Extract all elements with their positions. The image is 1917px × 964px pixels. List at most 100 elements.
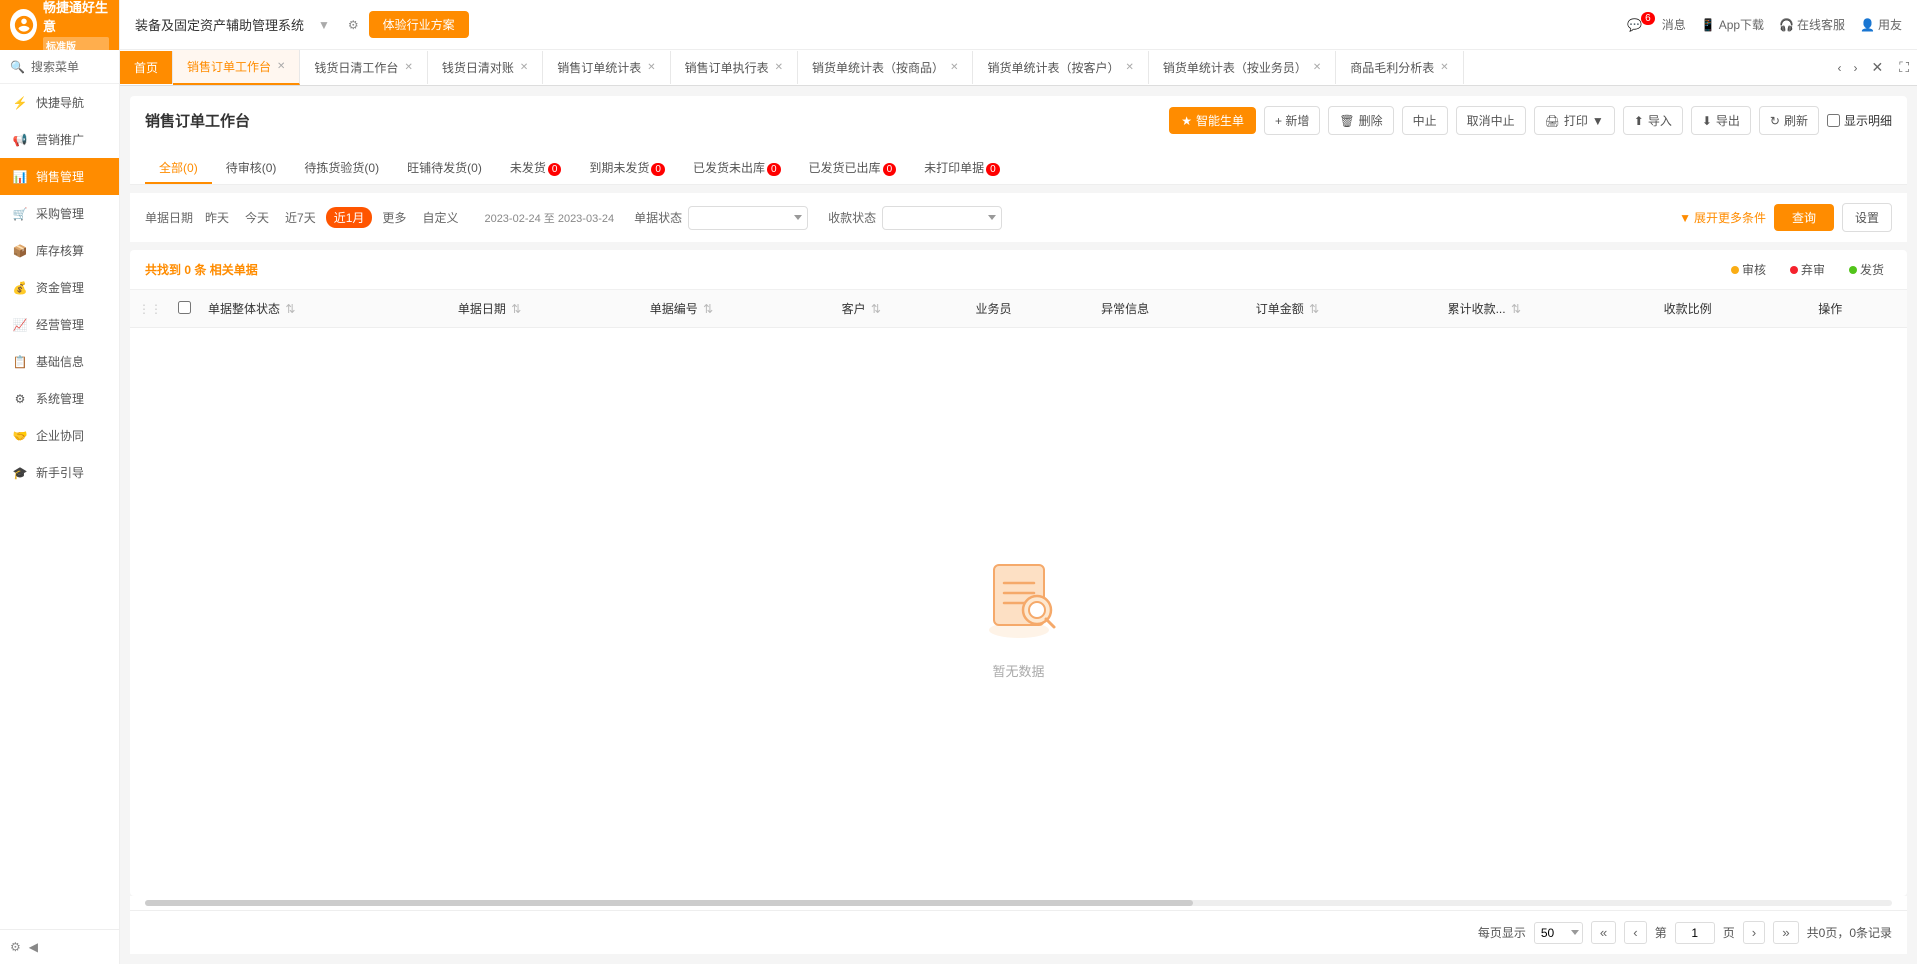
sidebar-item-newbie[interactable]: 🎓 新手引导 [0, 454, 119, 491]
sidebar-settings-btn[interactable]: ⚙ [10, 940, 21, 954]
tab-cash-reconcile[interactable]: 钱货日清对账 ✕ [428, 51, 543, 84]
tab-sales-order[interactable]: 销售订单工作台 ✕ [173, 50, 300, 85]
topbar-gear-icon[interactable]: ⚙ [348, 18, 359, 32]
tab-gross-profit[interactable]: 商品毛利分析表 ✕ [1336, 51, 1463, 84]
tab-cashier-daily[interactable]: 钱货日清工作台 ✕ [300, 51, 427, 84]
date-btn-today[interactable]: 今天 [239, 207, 275, 228]
sidebar-item-marketing[interactable]: 📢 营销推广 [0, 121, 119, 158]
sidebar-item-basic-info[interactable]: 📋 基础信息 [0, 343, 119, 380]
message-label: 消息 [1662, 16, 1686, 33]
sidebar-item-quick-nav[interactable]: ⚡ 快捷导航 [0, 84, 119, 121]
sidebar-item-search[interactable]: 🔍 搜索菜单 [0, 50, 119, 84]
first-page-btn[interactable]: « [1591, 921, 1616, 944]
scrollbar-thumb[interactable] [145, 900, 1193, 906]
date-btn-more[interactable]: 更多 [376, 207, 412, 228]
import-btn[interactable]: ⬆ 导入 [1623, 106, 1683, 135]
tab-gross-profit-close[interactable]: ✕ [1440, 62, 1448, 73]
sub-tab-wangpu-ship[interactable]: 旺铺待发货(0) [393, 153, 496, 184]
sub-tab-not-shipped[interactable]: 未发货0 [496, 153, 576, 184]
show-detail-label[interactable]: 显示明细 [1827, 112, 1892, 129]
sort-amount-icon[interactable]: ⇅ [1309, 302, 1319, 316]
smart-create-btn[interactable]: ★ 智能生单 [1169, 107, 1256, 134]
sidebar-item-finance[interactable]: 💰 资金管理 [0, 269, 119, 306]
sub-tab-shipped-out[interactable]: 已发货已出库0 [795, 153, 911, 184]
tab-sales-stats[interactable]: 销售订单统计表 ✕ [543, 51, 670, 84]
select-all-checkbox[interactable] [178, 301, 191, 314]
print-icon: 🖨 [1545, 114, 1560, 128]
tab-sales-summary-customer-close[interactable]: ✕ [1125, 62, 1133, 73]
ship-btn[interactable]: 发货 [1841, 258, 1892, 281]
tab-sales-stats-close[interactable]: ✕ [647, 62, 655, 73]
sub-tab-overdue-ship[interactable]: 到期未发货0 [575, 153, 679, 184]
show-detail-checkbox[interactable] [1827, 114, 1840, 127]
sidebar-item-sales[interactable]: 📊 销售管理 [0, 158, 119, 195]
sidebar-item-inventory[interactable]: 📦 库存核算 [0, 232, 119, 269]
topbar-dropdown-icon[interactable]: ▼ [318, 18, 330, 32]
sidebar-collapse-btn[interactable]: ◀ [29, 940, 38, 954]
sub-tab-pending-audit[interactable]: 待审核(0) [212, 153, 291, 184]
print-btn[interactable]: 🖨 打印 ▼ [1534, 106, 1615, 135]
online-service-btn[interactable]: 🎧 在线客服 [1779, 16, 1845, 33]
tab-sales-summary-customer[interactable]: 销货单统计表（按客户） ✕ [973, 51, 1148, 84]
message-btn[interactable]: 💬 6 消息 [1627, 16, 1686, 33]
sub-tab-shipped-not-out[interactable]: 已发货未出库0 [679, 153, 795, 184]
marketing-label: 营销推广 [36, 131, 84, 148]
tab-close-all[interactable]: ✕ [1863, 55, 1891, 80]
new-btn[interactable]: + 新增 [1264, 106, 1320, 135]
sidebar-item-enterprise[interactable]: 🤝 企业协同 [0, 417, 119, 454]
date-btn-1month[interactable]: 近1月 [326, 207, 373, 228]
industry-btn[interactable]: 体验行业方案 [369, 11, 469, 38]
tab-cashier-daily-close[interactable]: ✕ [404, 62, 412, 73]
sort-status-icon[interactable]: ⇅ [285, 302, 295, 316]
tab-sales-summary-product[interactable]: 销货单统计表（按商品） ✕ [798, 51, 973, 84]
page-size-select[interactable]: 50 10 20 100 [1534, 922, 1583, 944]
export-btn[interactable]: ⬇ 导出 [1691, 106, 1751, 135]
tab-sales-summary-product-close[interactable]: ✕ [950, 62, 958, 73]
page-input[interactable] [1675, 922, 1715, 944]
query-btn[interactable]: 查询 [1774, 204, 1834, 231]
sidebar: 畅捷通好生意 标准版 🔍 搜索菜单 ⚡ 快捷导航 📢 营销推广 📊 销售管理 🛒… [0, 0, 120, 964]
horizontal-scrollbar[interactable] [130, 896, 1907, 910]
date-btn-yesterday[interactable]: 昨天 [199, 207, 235, 228]
sidebar-item-purchase[interactable]: 🛒 采购管理 [0, 195, 119, 232]
tab-sales-summary-staff-close[interactable]: ✕ [1313, 62, 1321, 73]
tab-sales-exec-close[interactable]: ✕ [775, 62, 783, 73]
audit-btn[interactable]: 审核 [1723, 258, 1774, 281]
cancel-suspend-btn[interactable]: 取消中止 [1456, 106, 1526, 135]
sort-date-icon[interactable]: ⇅ [511, 302, 521, 316]
suspend-btn[interactable]: 中止 [1402, 106, 1448, 135]
status-select[interactable] [688, 206, 808, 230]
refresh-btn[interactable]: ↻ 刷新 [1759, 106, 1819, 135]
sidebar-item-operations[interactable]: 📈 经营管理 [0, 306, 119, 343]
next-page-btn[interactable]: › [1743, 921, 1765, 944]
last-page-btn[interactable]: » [1773, 921, 1798, 944]
payment-select[interactable] [882, 206, 1002, 230]
tab-sales-order-close[interactable]: ✕ [277, 61, 285, 72]
prev-page-btn[interactable]: ‹ [1624, 921, 1646, 944]
app-download-btn[interactable]: 📱 App下载 [1701, 16, 1764, 33]
expand-filter-btn[interactable]: ▼ 展开更多条件 [1679, 209, 1766, 226]
tab-sales-summary-staff[interactable]: 销货单统计表（按业务员） ✕ [1149, 51, 1336, 84]
sidebar-item-system[interactable]: ⚙ 系统管理 [0, 380, 119, 417]
tab-sales-exec[interactable]: 销售订单执行表 ✕ [671, 51, 798, 84]
sub-tab-pending-inspect[interactable]: 待拣货验货(0) [290, 153, 393, 184]
sort-collected-icon[interactable]: ⇅ [1511, 302, 1521, 316]
tab-scroll-left[interactable]: ‹ [1831, 53, 1847, 83]
tab-cash-reconcile-close[interactable]: ✕ [520, 62, 528, 73]
user-label: 用友 [1878, 16, 1902, 33]
sort-customer-icon[interactable]: ⇅ [871, 302, 881, 316]
sort-number-icon[interactable]: ⇅ [703, 302, 713, 316]
tab-home[interactable]: 首页 [120, 51, 173, 84]
cancel-audit-btn[interactable]: 弃审 [1782, 258, 1833, 281]
tab-scroll-right[interactable]: › [1847, 53, 1863, 83]
user-btn[interactable]: 👤 用友 [1860, 16, 1902, 33]
date-btn-7days[interactable]: 近7天 [279, 207, 322, 228]
sub-tab-not-printed[interactable]: 未打印单据0 [910, 153, 1014, 184]
date-btn-custom[interactable]: 自定义 [416, 207, 464, 228]
th-checkbox[interactable] [170, 290, 200, 328]
data-table: ⋮⋮ 单据整体状态 ⇅ 单据日期 ⇅ [130, 290, 1907, 328]
tab-maximize[interactable]: ⛶ [1891, 55, 1917, 80]
delete-btn[interactable]: 🗑 删除 [1328, 106, 1393, 135]
sub-tab-all[interactable]: 全部(0) [145, 153, 212, 184]
setting-btn[interactable]: 设置 [1842, 203, 1892, 232]
